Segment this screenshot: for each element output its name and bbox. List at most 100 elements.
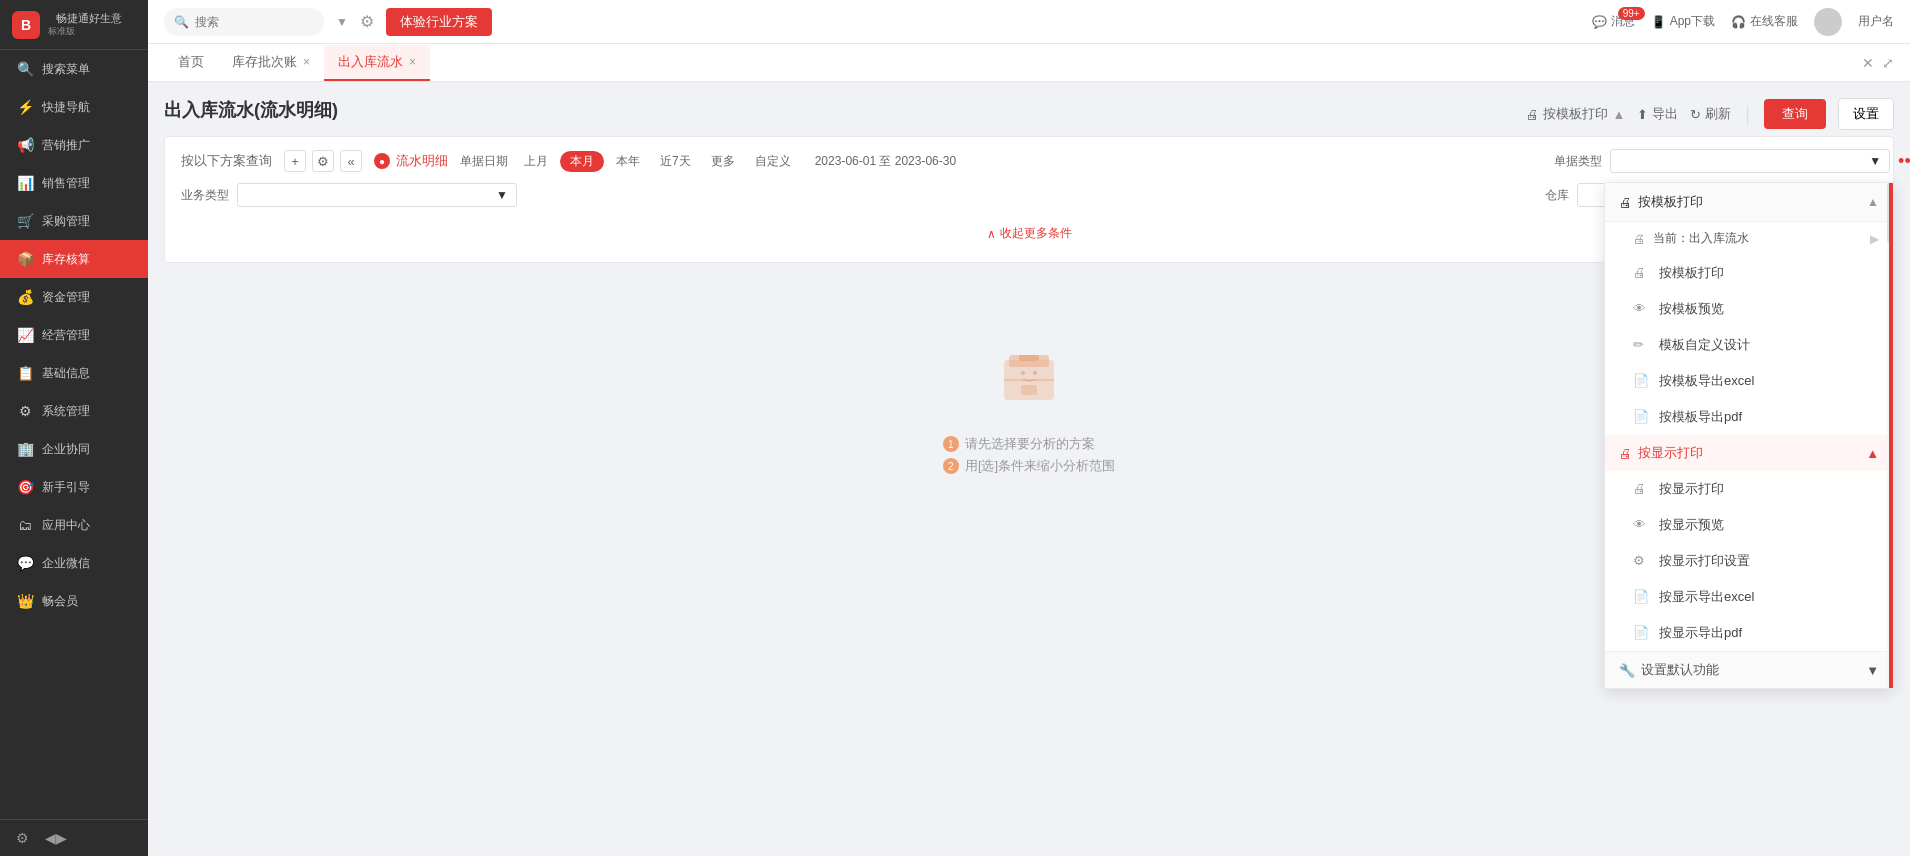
date-btn-last-month[interactable]: 上月 (516, 151, 556, 172)
date-buttons: 上月 本月 本年 近7天 更多 自定义 (516, 151, 799, 172)
dropdown-current-item[interactable]: 🖨 当前：出入库流水 ▶ (1605, 222, 1893, 255)
tab-inout-flow[interactable]: 出入库流水 × (324, 45, 430, 81)
display-section-chevron-icon: ▲ (1866, 446, 1879, 461)
date-btn-this-year[interactable]: 本年 (608, 151, 648, 172)
receipt-type-select[interactable]: ▼ (1610, 149, 1890, 173)
refresh-label: 刷新 (1705, 105, 1731, 123)
sidebar-item-purchase[interactable]: 🛒 采购管理 (0, 202, 148, 240)
settings-bottom-icon[interactable]: ⚙ (16, 830, 29, 846)
resize-handle[interactable] (1889, 183, 1893, 688)
sidebar-item-business[interactable]: 📈 经营管理 (0, 316, 148, 354)
template-custom-label: 模板自定义设计 (1659, 336, 1750, 354)
topbar-search-box[interactable]: 🔍 (164, 8, 324, 36)
dropdown-item-template-excel[interactable]: 📄 按模板导出excel (1605, 363, 1893, 399)
tab-batch-account-close[interactable]: × (303, 55, 310, 69)
display-pdf-icon: 📄 (1633, 625, 1649, 641)
display-print-icon: 🖨 (1633, 481, 1649, 497)
sidebar-logo: B 畅捷通好生意 标准版 (0, 0, 148, 50)
close-window-icon[interactable]: ✕ (1862, 55, 1874, 71)
dropdown-chevron-icon[interactable]: ▲ (1867, 195, 1879, 209)
date-btn-this-month[interactable]: 本月 (560, 151, 604, 172)
empty-state-icon (989, 335, 1069, 415)
display-pdf-label: 按显示导出pdf (1659, 624, 1742, 642)
sidebar-item-finance[interactable]: 💰 资金管理 (0, 278, 148, 316)
dropdown-item-template-pdf[interactable]: 📄 按模板导出pdf (1605, 399, 1893, 435)
topbar-gear-icon[interactable]: ⚙ (360, 12, 374, 31)
tab-home[interactable]: 首页 (164, 45, 218, 81)
hint-item-2: 2 用[选]条件来缩小分析范围 (943, 457, 1115, 475)
sidebar-item-label: 基础信息 (42, 365, 90, 382)
dropdown-item-template-custom[interactable]: ✏ 模板自定义设计 (1605, 327, 1893, 363)
message-icon: 💬 (1592, 15, 1607, 29)
template-excel-icon: 📄 (1633, 373, 1649, 389)
hint-num-1: 1 (943, 436, 959, 452)
sidebar-item-inventory[interactable]: 📦 库存核算 (0, 240, 148, 278)
footer-settings-icon: 🔧 (1619, 663, 1635, 678)
hint-item-1: 1 请先选择要分析的方案 (943, 435, 1115, 453)
date-btn-custom[interactable]: 自定义 (747, 151, 799, 172)
print-template-btn[interactable]: 🖨 按模板打印 ▲ (1526, 105, 1625, 123)
settings-button[interactable]: 设置 (1838, 98, 1894, 130)
filter-settings-btn[interactable]: ⚙ (312, 150, 334, 172)
sidebar-item-quick-nav[interactable]: ⚡ 快捷导航 (0, 88, 148, 126)
current-chevron-icon: ▶ (1870, 232, 1879, 246)
sidebar-item-sales[interactable]: 📊 销售管理 (0, 164, 148, 202)
filter-row-1: 按以下方案查询 + ⚙ « ● 流水明细 单据日期 上月 本月 本年 (181, 149, 1877, 173)
customer-service-item[interactable]: 🎧 在线客服 (1731, 13, 1798, 30)
sidebar-item-label: 系统管理 (42, 403, 90, 420)
dropdown-item-display-excel[interactable]: 📄 按显示导出excel (1605, 579, 1893, 615)
search-chevron-icon[interactable]: ▼ (336, 15, 348, 29)
add-filter-btn[interactable]: + (284, 150, 306, 172)
svg-point-5 (1021, 371, 1025, 375)
app-download-item[interactable]: 📱 App下载 (1651, 13, 1715, 30)
dropdown-title: 🖨 按模板打印 (1619, 193, 1703, 211)
dropdown-item-display-settings[interactable]: ⚙ 按显示打印设置 (1605, 543, 1893, 579)
sidebar-item-wechat[interactable]: 💬 企业微信 (0, 544, 148, 582)
maximize-window-icon[interactable]: ⤢ (1882, 55, 1894, 71)
collapse-btn[interactable]: ∧ 收起更多条件 (987, 225, 1072, 242)
refresh-btn[interactable]: ↻ 刷新 (1690, 105, 1731, 123)
sidebar-nav: 🔍 搜索菜单 ⚡ 快捷导航 📢 营销推广 📊 销售管理 🛒 采购管理 📦 库存核… (0, 50, 148, 819)
export-btn[interactable]: ⬆ 导出 (1637, 105, 1678, 123)
date-btn-7days[interactable]: 近7天 (652, 151, 699, 172)
dropdown-item-template-preview[interactable]: 👁 按模板预览 (1605, 291, 1893, 327)
tab-batch-account[interactable]: 库存批次账 × (218, 45, 324, 81)
user-name: 用户名 (1858, 13, 1894, 30)
dropdown-display-section[interactable]: 🖨 按显示打印 ▲ (1605, 435, 1893, 471)
query-button[interactable]: 查询 (1764, 99, 1826, 129)
sidebar-item-app-center[interactable]: 🗂 应用中心 (0, 506, 148, 544)
app-version: 标准版 (48, 25, 122, 38)
sidebar-item-label: 搜索菜单 (42, 61, 90, 78)
message-item[interactable]: 💬 消息 99+ (1592, 13, 1635, 30)
display-settings-icon: ⚙ (1633, 553, 1649, 569)
active-filter[interactable]: ● 流水明细 (374, 152, 448, 170)
sidebar-item-guide[interactable]: 🎯 新手引导 (0, 468, 148, 506)
dropdown-footer[interactable]: 🔧 设置默认功能 ▼ (1605, 651, 1893, 688)
tab-inout-flow-close[interactable]: × (409, 55, 416, 69)
date-btn-more[interactable]: 更多 (703, 151, 743, 172)
collapse-sidebar-icon[interactable]: ◀▶ (45, 830, 67, 846)
sidebar-item-search[interactable]: 🔍 搜索菜单 (0, 50, 148, 88)
dropdown-item-display-print[interactable]: 🖨 按显示打印 (1605, 471, 1893, 507)
sidebar-item-system[interactable]: ⚙ 系统管理 (0, 392, 148, 430)
dropdown-item-display-pdf[interactable]: 📄 按显示导出pdf (1605, 615, 1893, 651)
industry-btn[interactable]: 体验行业方案 (386, 8, 492, 36)
dropdown-item-template-print[interactable]: 🖨 按模板打印 (1605, 255, 1893, 291)
hint-text-2: 用[选]条件来缩小分析范围 (965, 457, 1115, 475)
display-excel-label: 按显示导出excel (1659, 588, 1754, 606)
sidebar-item-basic[interactable]: 📋 基础信息 (0, 354, 148, 392)
sidebar-item-marketing[interactable]: 📢 营销推广 (0, 126, 148, 164)
collapse-filter-btn[interactable]: « (340, 150, 362, 172)
biz-type-select[interactable]: ▼ (237, 183, 517, 207)
print-label: 按模板打印 (1543, 105, 1608, 123)
user-avatar[interactable] (1814, 8, 1842, 36)
receipt-type-more-icon[interactable]: ••• (1898, 151, 1910, 172)
sidebar-item-corp[interactable]: 🏢 企业协同 (0, 430, 148, 468)
dropdown-item-display-preview[interactable]: 👁 按显示预览 (1605, 507, 1893, 543)
sidebar-item-member[interactable]: 👑 畅会员 (0, 582, 148, 620)
search-input[interactable] (195, 15, 295, 29)
receipt-type-label: 单据类型 (1554, 153, 1602, 170)
sidebar-item-label: 快捷导航 (42, 99, 90, 116)
collapse-label: 收起更多条件 (1000, 225, 1072, 242)
svg-point-6 (1033, 371, 1037, 375)
